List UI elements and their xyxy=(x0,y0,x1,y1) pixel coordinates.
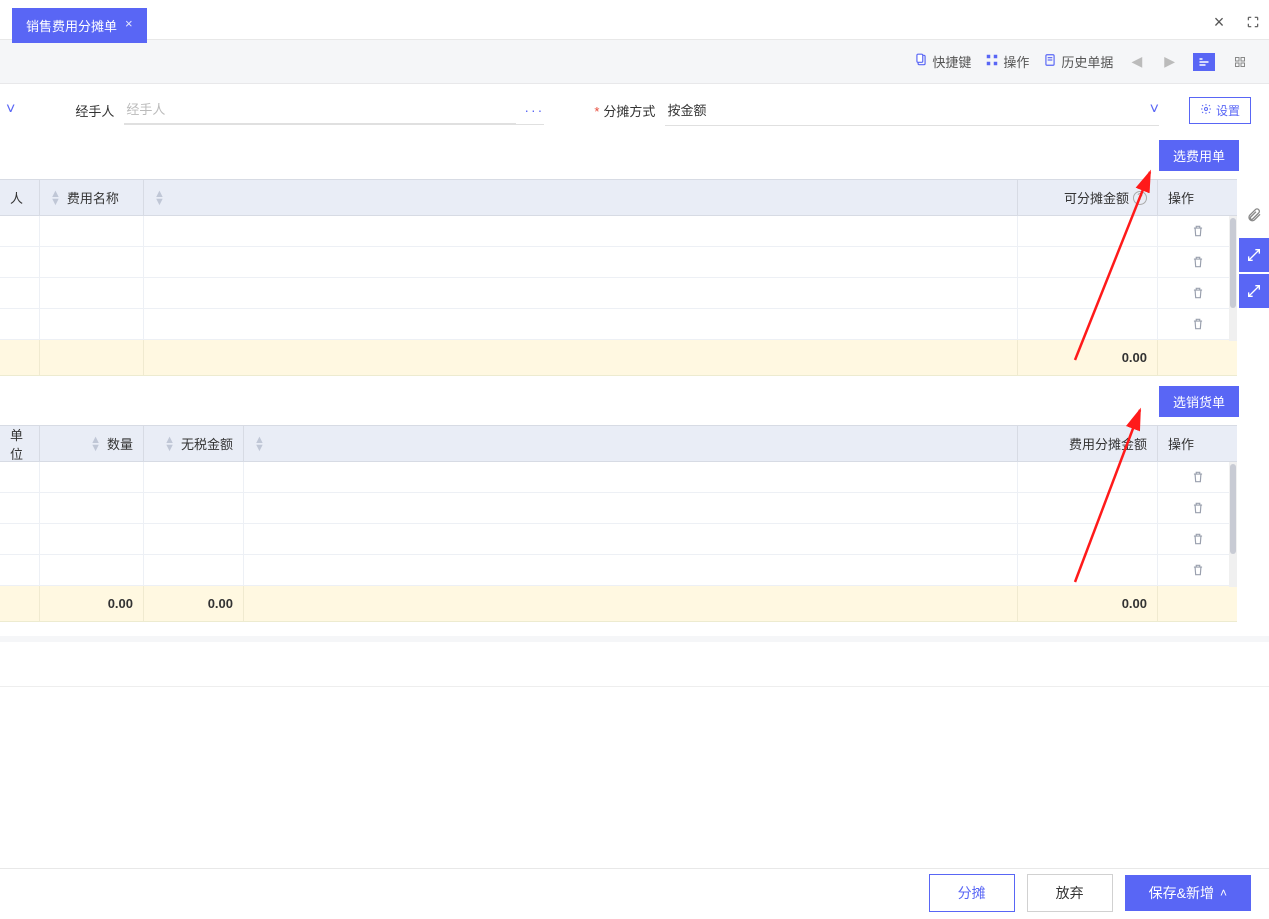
clipboard-icon xyxy=(914,53,928,70)
card-view-icon[interactable] xyxy=(1229,53,1251,71)
table-row[interactable] xyxy=(0,555,1237,586)
trash-icon[interactable] xyxy=(1191,563,1205,577)
sum-notax: 0.00 xyxy=(144,586,244,621)
list-view-icon[interactable] xyxy=(1193,53,1215,71)
col-first[interactable]: 人 xyxy=(0,180,40,215)
scrollbar[interactable] xyxy=(1229,216,1237,341)
settings-label: 设置 xyxy=(1216,102,1240,119)
operate-link[interactable]: 操作 xyxy=(985,52,1029,71)
allocate-button[interactable]: 分摊 xyxy=(929,874,1015,912)
alloc-label: *分摊方式 xyxy=(594,101,655,120)
sum-alloc: 0.00 xyxy=(1017,586,1157,621)
save-new-label: 保存&新增 xyxy=(1149,883,1214,903)
table-row[interactable] xyxy=(0,309,1237,340)
next-icon[interactable]: ▶ xyxy=(1160,53,1179,70)
tab-bar: 销售费用分摊单 × × xyxy=(0,0,1269,40)
save-new-button[interactable]: 保存&新增 ˄ xyxy=(1125,875,1251,911)
col-alloc2[interactable]: 费用分摊金额 xyxy=(1017,426,1157,461)
col-alloc-amount[interactable]: 可分摊金额? xyxy=(1017,180,1157,215)
table-row[interactable] xyxy=(0,278,1237,309)
footer-bar: 分摊 放弃 保存&新增 ˄ xyxy=(0,868,1269,916)
fee-table: 人 ▲▼费用名称 ▲▼ 可分摊金额? 操作 xyxy=(0,179,1237,376)
shortcut-link[interactable]: 快捷键 xyxy=(914,52,971,71)
info-icon[interactable]: ? xyxy=(1133,191,1147,205)
table-row[interactable] xyxy=(0,247,1237,278)
fullscreen-icon[interactable] xyxy=(1243,12,1263,32)
chevron-up-icon: ˄ xyxy=(1220,886,1227,900)
col-notax[interactable]: ▲▼无税金额 xyxy=(144,426,244,461)
table-row[interactable] xyxy=(0,462,1237,493)
trash-icon[interactable] xyxy=(1191,532,1205,546)
table-row[interactable] xyxy=(0,524,1237,555)
trash-icon[interactable] xyxy=(1191,501,1205,515)
trash-icon[interactable] xyxy=(1191,470,1205,484)
grid-icon xyxy=(985,53,999,70)
trash-icon[interactable] xyxy=(1191,286,1205,300)
sum-row: 0.00 xyxy=(0,340,1237,376)
action-toolbar: 快捷键 操作 历史单据 ◀ ▶ xyxy=(0,40,1269,84)
sum-alloc: 0.00 xyxy=(1017,340,1157,375)
document-icon xyxy=(1043,53,1057,70)
col-unit[interactable]: 单位 xyxy=(0,426,40,461)
tab-active[interactable]: 销售费用分摊单 × xyxy=(12,8,147,43)
handler-label: 经手人 xyxy=(75,101,114,120)
handler-input[interactable] xyxy=(124,96,516,124)
select-sale-button[interactable]: 选销货单 xyxy=(1159,386,1239,417)
expand-out-icon[interactable] xyxy=(1239,274,1269,308)
sum-qty: 0.00 xyxy=(40,586,144,621)
trash-icon[interactable] xyxy=(1191,317,1205,331)
gear-icon xyxy=(1200,103,1212,118)
shortcut-label: 快捷键 xyxy=(932,52,971,71)
sale-table: 单位 ▲▼数量 ▲▼无税金额 ▲▼ 费用分摊金额 操作 xyxy=(0,425,1237,622)
settings-button[interactable]: 设置 xyxy=(1189,97,1251,124)
trash-icon[interactable] xyxy=(1191,224,1205,238)
sum-row: 0.00 0.00 0.00 xyxy=(0,586,1237,622)
chevron-down-icon[interactable]: ˅ xyxy=(0,101,75,119)
table-row[interactable] xyxy=(0,216,1237,247)
col-action2: 操作 xyxy=(1157,426,1237,461)
operate-label: 操作 xyxy=(1003,52,1029,71)
col-spacer: ▲▼ xyxy=(144,180,1017,215)
history-link[interactable]: 历史单据 xyxy=(1043,52,1113,71)
form-row: ˅ 经手人 ··· *分摊方式 按金额 ˅ 设置 xyxy=(0,84,1269,136)
col-action: 操作 xyxy=(1157,180,1237,215)
prev-icon[interactable]: ◀ xyxy=(1127,53,1146,70)
attachment-icon[interactable] xyxy=(1239,200,1269,230)
history-label: 历史单据 xyxy=(1061,52,1113,71)
expand-out-icon[interactable] xyxy=(1239,238,1269,272)
select-fee-button[interactable]: 选费用单 xyxy=(1159,140,1239,171)
discard-button[interactable]: 放弃 xyxy=(1027,874,1113,912)
col-spacer2: ▲▼ xyxy=(244,426,1017,461)
col-qty[interactable]: ▲▼数量 xyxy=(40,426,144,461)
table-row[interactable] xyxy=(0,493,1237,524)
trash-icon[interactable] xyxy=(1191,255,1205,269)
more-icon[interactable]: ··· xyxy=(524,102,544,118)
chevron-down-icon[interactable]: ˅ xyxy=(1150,101,1159,119)
col-fee-name[interactable]: ▲▼费用名称 xyxy=(40,180,144,215)
close-icon[interactable]: × xyxy=(125,16,133,35)
scrollbar[interactable] xyxy=(1229,462,1237,587)
close-window-icon[interactable]: × xyxy=(1209,12,1229,32)
alloc-value[interactable]: 按金额 xyxy=(665,94,1141,125)
tab-title: 销售费用分摊单 xyxy=(26,16,117,35)
